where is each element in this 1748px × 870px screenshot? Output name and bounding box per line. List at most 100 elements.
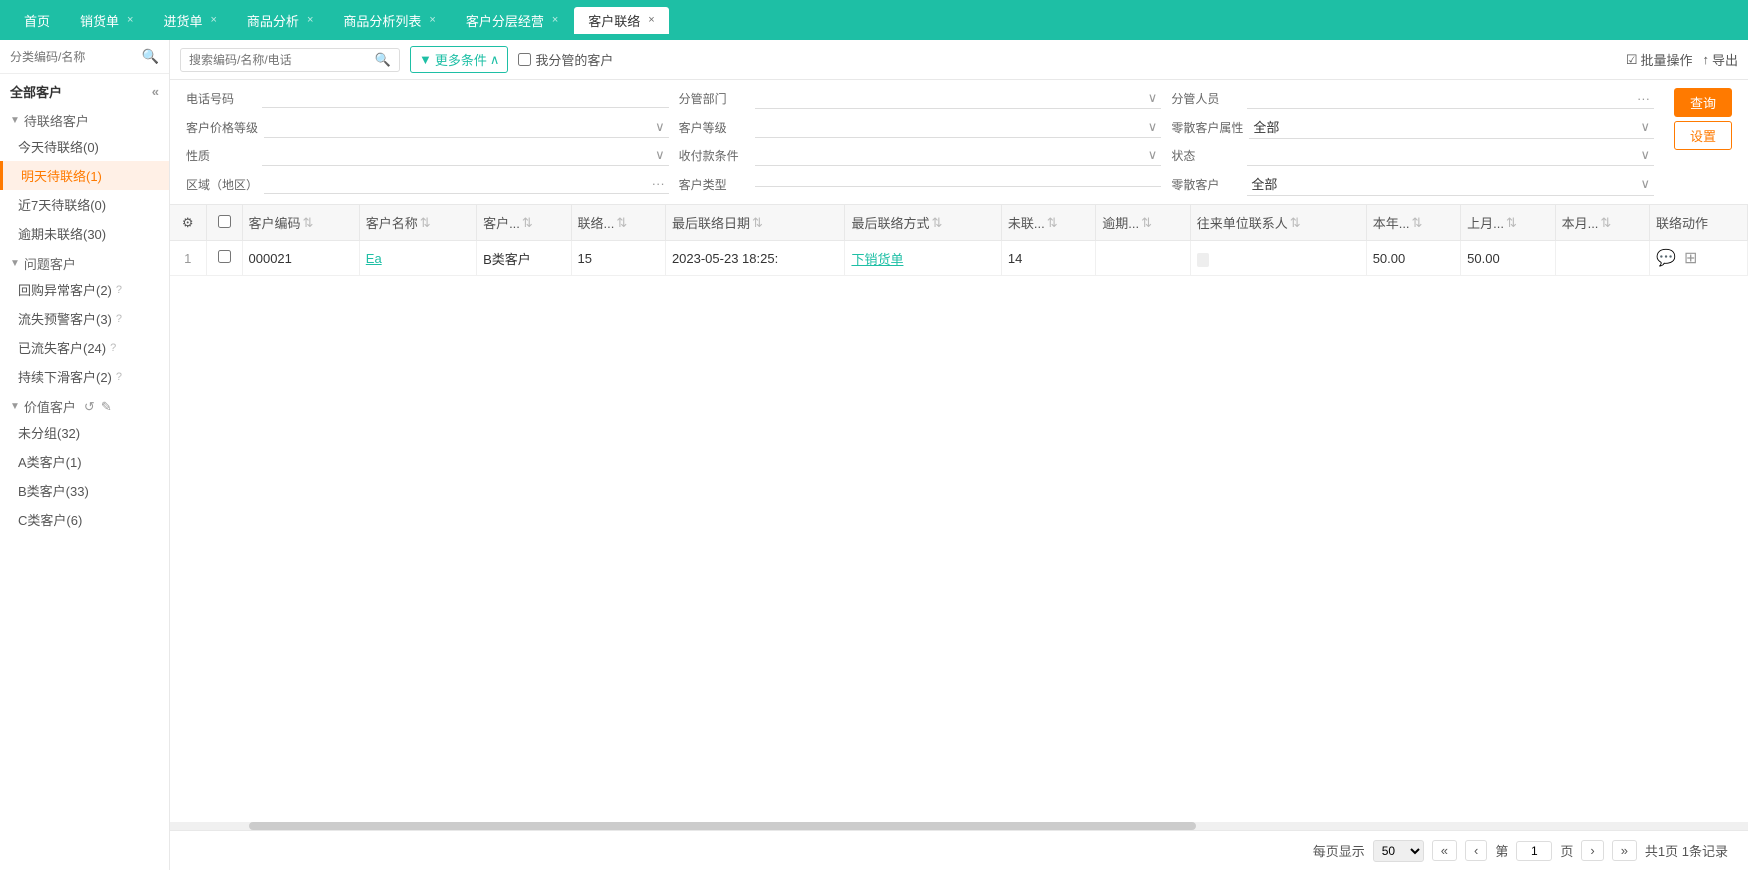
edit-icon[interactable]: ✎	[101, 399, 112, 415]
nav-tab-sales[interactable]: 销货单 ×	[66, 7, 147, 34]
nature-arrow: ∨	[655, 147, 665, 163]
setting-button[interactable]: 设置	[1674, 121, 1732, 150]
cust-grade-arrow: ∨	[1148, 119, 1158, 135]
more-conditions-btn[interactable]: ▼ 更多条件 ∧	[410, 46, 508, 73]
row-checkbox[interactable]	[218, 250, 231, 263]
search-input[interactable]	[189, 53, 375, 67]
close-analysis-list-tab[interactable]: ×	[429, 14, 435, 26]
sidebar-item-churn-warning[interactable]: 流失预警客户(3) ?	[0, 304, 169, 333]
sidebar-item-7days[interactable]: 近7天待联络(0)	[0, 190, 169, 219]
retail-attr-field: 零散客户属性 全部 ∨	[1171, 115, 1654, 139]
search-box: 🔍	[180, 48, 400, 72]
horizontal-scrollbar[interactable]	[170, 822, 1748, 830]
search-submit-icon[interactable]: 🔍	[375, 52, 391, 68]
cust-type-field: 客户类型	[679, 176, 1162, 193]
first-page-btn[interactable]: «	[1432, 840, 1457, 861]
cust-grade-select[interactable]: ∨	[755, 117, 1162, 138]
export-btn[interactable]: ↑ 导出	[1702, 50, 1738, 69]
row-company-contact	[1190, 241, 1366, 276]
price-grade-arrow: ∨	[655, 119, 665, 135]
sidebar-item-churned[interactable]: 已流失客户(24) ?	[0, 333, 169, 362]
nav-tab-customer-contact[interactable]: 客户联络 ×	[574, 7, 668, 34]
retail-attr-arrow: ∨	[1640, 119, 1650, 135]
col-name: 客户名称 ⇅	[359, 205, 476, 241]
price-grade-field: 客户价格等级 ∨	[186, 117, 669, 138]
sidebar-item-tomorrow[interactable]: 明天待联络(1)	[0, 161, 169, 190]
close-analysis-tab[interactable]: ×	[307, 14, 313, 26]
filter-action-buttons: 查询 设置	[1674, 88, 1732, 196]
cust-grade-field: 客户等级 ∨	[679, 117, 1162, 138]
page-size-select[interactable]: 50 100 200	[1373, 840, 1424, 862]
dept-filter-field: 分管部门 ∨	[679, 88, 1162, 109]
nav-tab-customer-tier[interactable]: 客户分层经营 ×	[452, 7, 572, 34]
close-customer-contact-tab[interactable]: ×	[648, 14, 654, 26]
nature-select[interactable]: ∨	[262, 145, 669, 166]
sidebar-item-ungrouped[interactable]: 未分组(32)	[0, 418, 169, 447]
help-icon-1: ?	[116, 284, 122, 296]
next-page-btn[interactable]: ›	[1581, 840, 1603, 861]
sidebar-collapse-icon[interactable]: «	[152, 84, 159, 99]
sidebar-item-repurchase-abnormal[interactable]: 回购异常客户(2) ?	[0, 275, 169, 304]
close-purchase-tab[interactable]: ×	[210, 14, 216, 26]
scrollbar-thumb[interactable]	[249, 822, 1196, 830]
customer-name-link[interactable]: Ea	[366, 251, 382, 266]
retail-cust-select[interactable]: 全部 ∨	[1247, 172, 1654, 196]
sidebar-group-value: ▼ 价值客户 ↺ ✎	[0, 391, 169, 418]
close-customer-tier-tab[interactable]: ×	[552, 14, 558, 26]
message-action-icon[interactable]: 💬	[1656, 248, 1676, 268]
filter-row-3: 性质 ∨ 收付款条件 ∨	[186, 145, 1654, 166]
nav-home[interactable]: 首页	[10, 7, 64, 34]
refresh-icon[interactable]: ↺	[84, 399, 95, 415]
triangle-icon-2: ▼	[10, 258, 20, 269]
payment-arrow: ∨	[1148, 147, 1158, 163]
nav-tab-purchase[interactable]: 进货单 ×	[149, 7, 230, 34]
page-number-input[interactable]	[1516, 841, 1552, 861]
sidebar-item-overdue[interactable]: 逾期未联络(30)	[0, 219, 169, 248]
close-sales-tab[interactable]: ×	[127, 14, 133, 26]
help-icon-2: ?	[116, 313, 122, 325]
nav-tab-analysis[interactable]: 商品分析 ×	[233, 7, 327, 34]
sidebar-item-declining[interactable]: 持续下滑客户(2) ?	[0, 362, 169, 391]
phone-filter-field: 电话号码	[186, 89, 669, 108]
sidebar-item-today[interactable]: 今天待联络(0)	[0, 132, 169, 161]
col-settings[interactable]: ⚙	[170, 205, 206, 241]
select-all-checkbox[interactable]	[218, 215, 231, 228]
row-last-date: 2023-05-23 18:25:	[665, 241, 845, 276]
price-grade-select[interactable]: ∨	[264, 117, 669, 138]
sidebar-item-class-c[interactable]: C类客户(6)	[0, 505, 169, 534]
cust-type-select[interactable]	[755, 182, 1162, 187]
sidebar-search-input[interactable]	[10, 50, 142, 64]
sidebar-item-class-a[interactable]: A类客户(1)	[0, 447, 169, 476]
last-page-btn[interactable]: »	[1612, 840, 1637, 861]
nature-field: 性质 ∨	[186, 145, 669, 166]
my-customers-checkbox[interactable]	[518, 53, 531, 66]
row-overdue	[1096, 241, 1190, 276]
help-icon-4: ?	[116, 371, 122, 383]
sidebar-search-icon[interactable]: 🔍	[142, 48, 159, 65]
filter-row-1: 电话号码 分管部门 ∨ 分管人员	[186, 88, 1654, 109]
phone-input[interactable]	[262, 89, 669, 108]
grid-action-icon[interactable]: ⊞	[1684, 248, 1697, 268]
table-header-row: ⚙ 客户编码 ⇅ 客户名称 ⇅ 客户... ⇅ 联络... ⇅ 最后联络日期 ⇅…	[170, 205, 1748, 241]
dept-select[interactable]: ∨	[755, 88, 1162, 109]
company-contact-tag	[1197, 253, 1209, 267]
status-select[interactable]: ∨	[1247, 145, 1654, 166]
retail-attr-select[interactable]: 全部 ∨	[1249, 115, 1654, 139]
payment-select[interactable]: ∨	[755, 145, 1162, 166]
row-name: Ea	[359, 241, 476, 276]
query-button[interactable]: 查询	[1674, 88, 1732, 117]
region-field: 区域（地区） ···	[186, 174, 669, 194]
region-select[interactable]: ···	[264, 174, 669, 194]
prev-page-btn[interactable]: ‹	[1465, 840, 1487, 861]
last-method-link[interactable]: 下销货单	[851, 252, 903, 267]
nav-tab-analysis-list[interactable]: 商品分析列表 ×	[329, 7, 449, 34]
manager-more-icon: ···	[1637, 91, 1650, 106]
col-overdue: 逾期... ⇅	[1096, 205, 1190, 241]
batch-op-btn[interactable]: ☑ 批量操作	[1626, 50, 1693, 69]
batch-icon: ☑	[1626, 52, 1638, 68]
filter-right-actions: ☑ 批量操作 ↑ 导出	[1626, 50, 1738, 69]
row-last-method: 下销货单	[845, 241, 1001, 276]
manager-select[interactable]: ···	[1247, 89, 1654, 109]
sidebar-item-class-b[interactable]: B类客户(33)	[0, 476, 169, 505]
customer-table: ⚙ 客户编码 ⇅ 客户名称 ⇅ 客户... ⇅ 联络... ⇅ 最后联络日期 ⇅…	[170, 205, 1748, 276]
